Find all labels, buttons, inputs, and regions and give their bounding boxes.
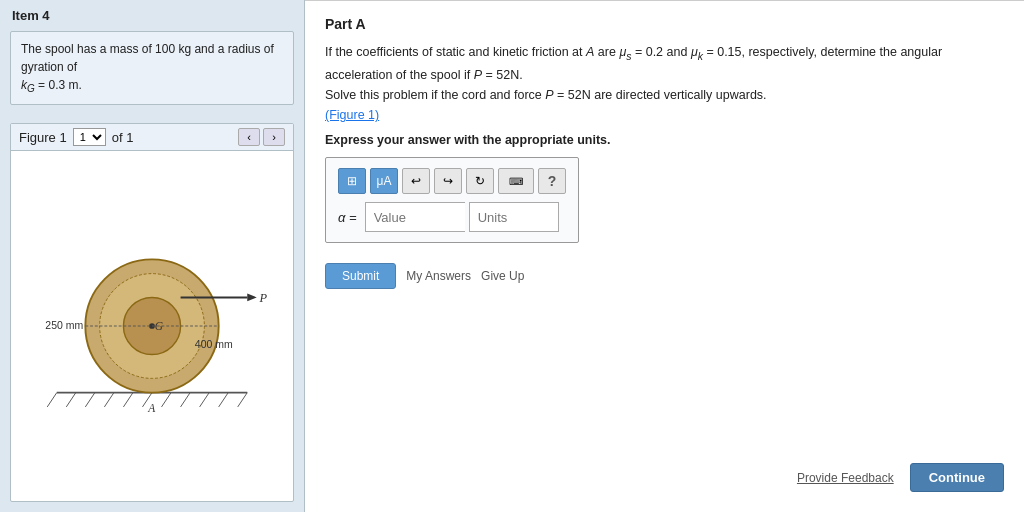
figure-canvas: G P 250 mm 400 mm A (11, 151, 293, 501)
top-divider (305, 0, 1024, 1)
figure-label: Figure 1 (19, 130, 67, 145)
bottom-actions: Provide Feedback Continue (797, 463, 1004, 492)
toolbar-redo-button[interactable]: ↪ (434, 168, 462, 194)
toolbar: ⊞ μA ↩ ↪ ↻ ⌨ ? (338, 168, 566, 194)
figure-next-button[interactable]: › (263, 128, 285, 146)
svg-line-3 (85, 393, 95, 407)
figure-header: Figure 1 1 of 1 ‹ › (11, 124, 293, 151)
svg-line-1 (47, 393, 57, 407)
part-header: Part A (325, 16, 1004, 32)
figure-panel: Figure 1 1 of 1 ‹ › (10, 123, 294, 502)
svg-text:250 mm: 250 mm (45, 320, 83, 331)
feedback-link[interactable]: Provide Feedback (797, 471, 894, 485)
svg-line-11 (238, 393, 248, 407)
answer-box: ⊞ μA ↩ ↪ ↻ ⌨ ? α = (325, 157, 579, 243)
give-up-link[interactable]: Give Up (481, 269, 524, 283)
description-formula: kG = 0.3 m. (21, 78, 82, 92)
continue-button[interactable]: Continue (910, 463, 1004, 492)
left-panel: Item 4 The spool has a mass of 100 kg an… (0, 0, 305, 512)
problem-text: If the coefficients of static and kineti… (325, 42, 1004, 125)
svg-marker-18 (247, 294, 257, 302)
svg-line-8 (181, 393, 191, 407)
figure-of-label: of 1 (112, 130, 134, 145)
toolbar-refresh-button[interactable]: ↻ (466, 168, 494, 194)
figure-link[interactable]: (Figure 1) (325, 108, 379, 122)
action-row: Submit My Answers Give Up (325, 263, 1004, 289)
item-description: The spool has a mass of 100 kg and a rad… (10, 31, 294, 105)
svg-line-2 (66, 393, 76, 407)
svg-line-7 (162, 393, 172, 407)
svg-line-10 (219, 393, 229, 407)
my-answers-link[interactable]: My Answers (406, 269, 471, 283)
figure-select[interactable]: 1 (73, 128, 106, 146)
svg-text:P: P (259, 291, 268, 305)
svg-line-5 (123, 393, 133, 407)
figure-nav: ‹ › (238, 128, 285, 146)
units-input[interactable] (469, 202, 559, 232)
svg-line-4 (104, 393, 114, 407)
figure-prev-button[interactable]: ‹ (238, 128, 260, 146)
toolbar-mu-button[interactable]: μA (370, 168, 398, 194)
express-label: Express your answer with the appropriate… (325, 133, 1004, 147)
svg-line-9 (200, 393, 210, 407)
svg-text:400 mm: 400 mm (195, 339, 233, 350)
submit-button[interactable]: Submit (325, 263, 396, 289)
item-title: Item 4 (0, 0, 304, 27)
alpha-label: α = (338, 210, 357, 225)
input-row: α = (338, 202, 566, 232)
spool-diagram: G P 250 mm 400 mm A (27, 226, 277, 426)
toolbar-keyboard-button[interactable]: ⌨ (498, 168, 534, 194)
svg-text:A: A (147, 402, 155, 414)
description-text: The spool has a mass of 100 kg and a rad… (21, 42, 274, 74)
value-input[interactable] (365, 202, 465, 232)
toolbar-undo-button[interactable]: ↩ (402, 168, 430, 194)
toolbar-help-button[interactable]: ? (538, 168, 566, 194)
toolbar-grid-button[interactable]: ⊞ (338, 168, 366, 194)
right-panel: Part A If the coefficients of static and… (305, 0, 1024, 512)
